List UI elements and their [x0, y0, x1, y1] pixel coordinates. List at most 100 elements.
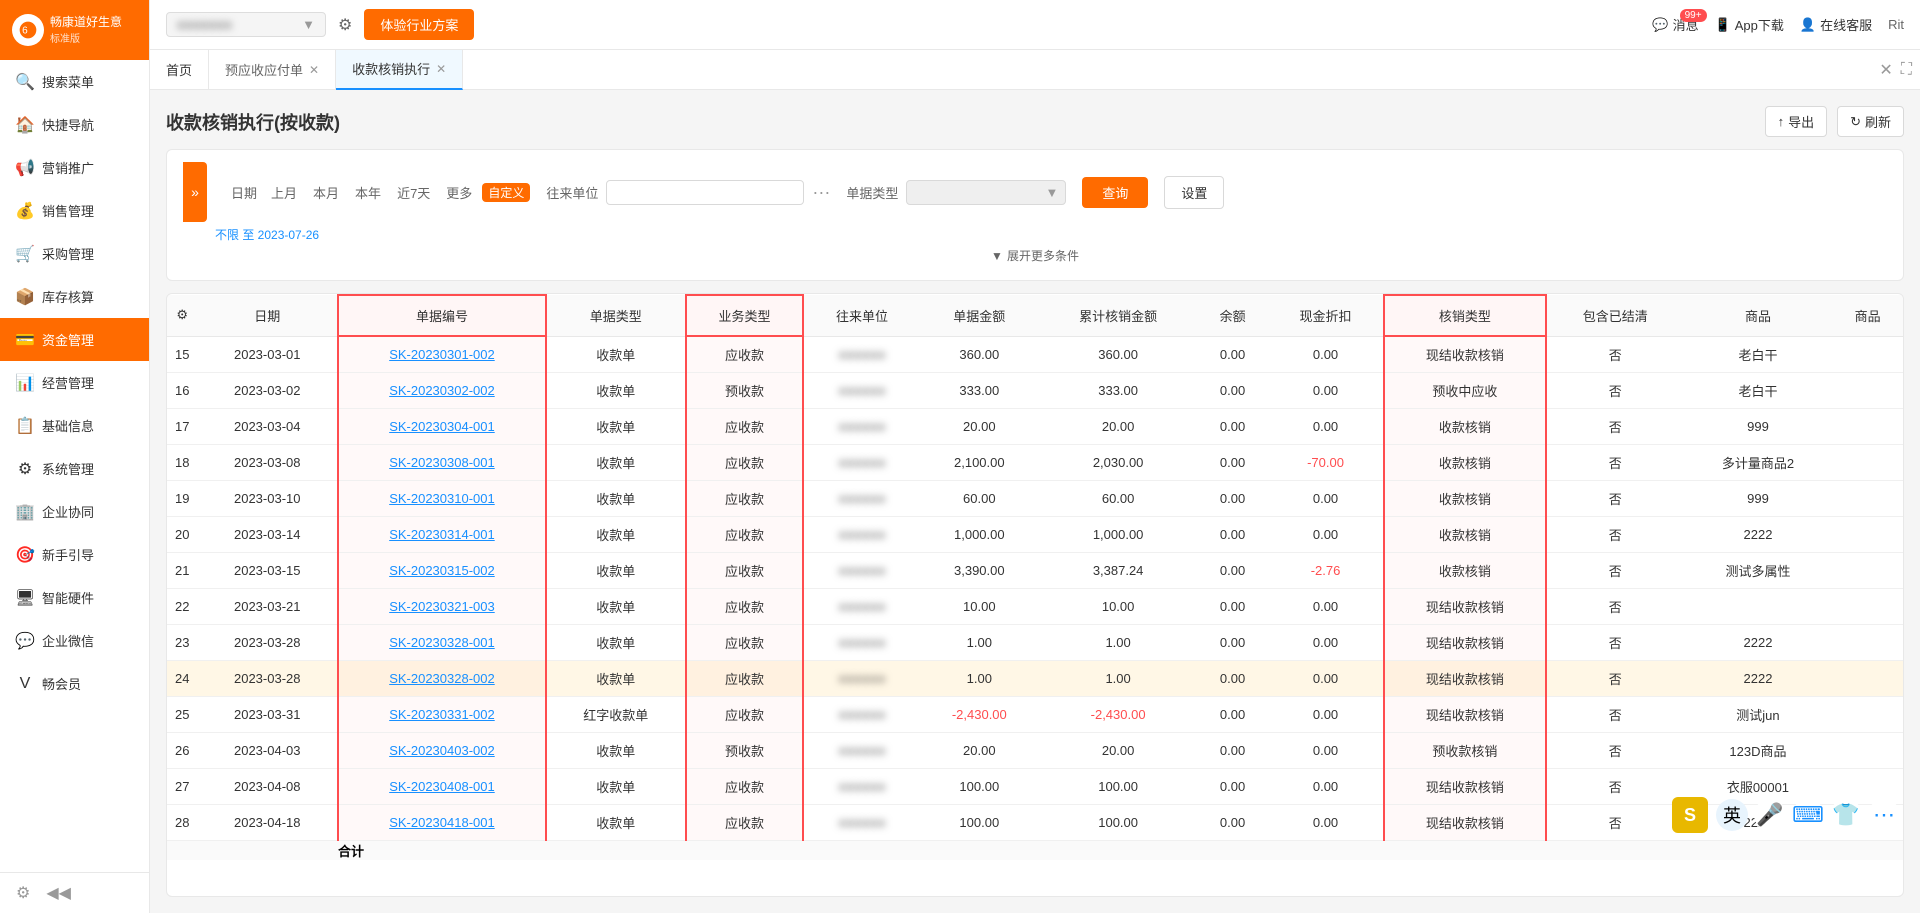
sidebar-item-search[interactable]: 🔍 搜索菜单	[0, 60, 149, 103]
cell-date: 2023-03-10	[197, 481, 338, 517]
more-dots[interactable]: ···	[812, 182, 830, 203]
col-date-header[interactable]: 日期	[197, 295, 338, 336]
bill-no-link[interactable]: SK-20230328-001	[389, 635, 495, 650]
sidebar-item-member[interactable]: V 畅会员	[0, 662, 149, 705]
col-verifytype-header[interactable]: 核销类型	[1384, 295, 1546, 336]
setting-button[interactable]: 设置	[1164, 176, 1224, 209]
chevron-down-icon: ▼	[302, 17, 315, 32]
sidebar-item-marketing[interactable]: 📢 营销推广	[0, 146, 149, 189]
cell-verifytype: 预收款核销	[1384, 733, 1546, 769]
col-billno-header[interactable]: 单据编号	[338, 295, 546, 336]
table-scroll[interactable]: ⚙ 日期 单据编号 单据类型 业务类型 往来单位 单据金额 累计核销金额 余额 …	[167, 294, 1903, 896]
cell-billno: SK-20230301-002	[338, 336, 546, 373]
col-discount-header[interactable]: 现金折扣	[1268, 295, 1384, 336]
bill-no-link[interactable]: SK-20230331-002	[389, 707, 495, 722]
company-selector[interactable]: ●●●●●●● ▼	[166, 12, 326, 37]
bill-no-link[interactable]: SK-20230310-001	[389, 491, 495, 506]
sidebar-item-label: 系统管理	[42, 459, 94, 478]
bill-no-link[interactable]: SK-20230302-002	[389, 383, 495, 398]
cell-verifytype: 现结收款核销	[1384, 589, 1546, 625]
bill-no-link[interactable]: SK-20230403-002	[389, 743, 495, 758]
sidebar-item-enterprise[interactable]: 🏢 企业协同	[0, 490, 149, 533]
cell-biztype: 应收款	[686, 553, 804, 589]
date-btn-this-year[interactable]: 本年	[349, 181, 387, 204]
col-product-header[interactable]: 商品	[1684, 295, 1833, 336]
sidebar-item-finance[interactable]: 💳 资金管理	[0, 318, 149, 361]
partner-input[interactable]	[606, 180, 804, 205]
bill-no-link[interactable]: SK-20230418-001	[389, 815, 495, 830]
col-amount-header[interactable]: 单据金额	[920, 295, 1039, 336]
cell-biztype: 应收款	[686, 517, 804, 553]
query-button[interactable]: 查询	[1082, 177, 1148, 208]
footer-total-label: 合计	[338, 841, 546, 861]
collapse-icon[interactable]: ◀◀	[46, 883, 71, 903]
col-settled-header[interactable]: 包含已结清	[1546, 295, 1684, 336]
cell-billtype: 红字收款单	[546, 697, 686, 733]
industry-btn[interactable]: 体验行业方案	[364, 9, 474, 40]
bill-no-link[interactable]: SK-20230308-001	[389, 455, 495, 470]
sidebar-item-inventory[interactable]: 📦 库存核算	[0, 275, 149, 318]
col-biztype-header[interactable]: 业务类型	[686, 295, 804, 336]
sidebar-item-wxwork[interactable]: 💬 企业微信	[0, 619, 149, 662]
date-custom-badge[interactable]: 自定义	[482, 183, 530, 202]
col-billtype-header[interactable]: 单据类型	[546, 295, 686, 336]
footer-empty	[546, 841, 1903, 861]
watermark-icon-3: ⌨	[1792, 799, 1824, 831]
message-btn[interactable]: 💬 消息 99+	[1652, 15, 1698, 34]
filter-toggle-btn[interactable]: »	[183, 162, 207, 222]
bill-type-select[interactable]	[906, 180, 1066, 205]
cell-date: 2023-03-15	[197, 553, 338, 589]
tab-prepay[interactable]: 预应收应付单 ✕	[209, 50, 336, 90]
cell-balance: 0.00	[1197, 805, 1268, 841]
sidebar-item-guide[interactable]: 🎯 新手引导	[0, 533, 149, 576]
cell-product: 老白干	[1684, 373, 1833, 409]
cell-billtype: 收款单	[546, 553, 686, 589]
sidebar-item-sales[interactable]: 💰 销售管理	[0, 189, 149, 232]
sidebar-item-operations[interactable]: 📊 经营管理	[0, 361, 149, 404]
settings-bottom-icon[interactable]: ⚙	[16, 883, 30, 903]
date-btn-last-month[interactable]: 上月	[265, 181, 303, 204]
cell-biztype: 应收款	[686, 481, 804, 517]
refresh-button[interactable]: ↻ 刷新	[1837, 106, 1904, 137]
bill-no-link[interactable]: SK-20230328-002	[389, 671, 495, 686]
cell-billno: SK-20230418-001	[338, 805, 546, 841]
tab-home[interactable]: 首页	[150, 50, 209, 90]
cell-billno: SK-20230304-001	[338, 409, 546, 445]
gear-icon[interactable]: ⚙	[338, 15, 352, 35]
bill-no-link[interactable]: SK-20230304-001	[389, 419, 495, 434]
maximize-icon[interactable]: ⛶	[1901, 61, 1912, 79]
date-btn-this-month[interactable]: 本月	[307, 181, 345, 204]
prepay-tab-close[interactable]: ✕	[309, 63, 319, 77]
close-all-icon[interactable]: ✕	[1879, 60, 1892, 80]
date-btn-more[interactable]: 更多	[440, 181, 478, 204]
sidebar-item-basic[interactable]: 📋 基础信息	[0, 404, 149, 447]
expand-more-btn[interactable]: ▼ 展开更多条件	[183, 243, 1887, 268]
cell-seq: 26	[167, 733, 197, 769]
gear-col-icon[interactable]: ⚙	[176, 307, 188, 322]
col-partner-header[interactable]: 往来单位	[803, 295, 919, 336]
bill-no-link[interactable]: SK-20230314-001	[389, 527, 495, 542]
verify-tab-close[interactable]: ✕	[436, 62, 446, 76]
bill-no-link[interactable]: SK-20230315-002	[389, 563, 495, 578]
bill-no-link[interactable]: SK-20230301-002	[389, 347, 495, 362]
col-balance-header[interactable]: 余额	[1197, 295, 1268, 336]
tab-verify[interactable]: 收款核销执行 ✕	[336, 50, 463, 90]
finance-icon: 💳	[16, 331, 34, 349]
online-service-btn[interactable]: 👤 在线客服	[1800, 15, 1872, 34]
sidebar-item-hardware[interactable]: 🖥 智能硬件	[0, 576, 149, 619]
cell-settled: 否	[1546, 481, 1684, 517]
sidebar-item-purchase[interactable]: 🛒 采购管理	[0, 232, 149, 275]
cell-discount: 0.00	[1268, 769, 1384, 805]
cell-settled: 否	[1546, 373, 1684, 409]
member-icon: V	[16, 675, 34, 693]
date-btn-7days[interactable]: 近7天	[391, 181, 436, 204]
sidebar-item-system[interactable]: ⚙ 系统管理	[0, 447, 149, 490]
export-button[interactable]: ↑ 导出	[1765, 106, 1828, 137]
col-product2-header[interactable]: 商品	[1832, 295, 1903, 336]
col-verifyamt-header[interactable]: 累计核销金额	[1039, 295, 1197, 336]
app-download-btn[interactable]: 📱 App下载	[1715, 15, 1784, 34]
bill-no-link[interactable]: SK-20230321-003	[389, 599, 495, 614]
bill-no-link[interactable]: SK-20230408-001	[389, 779, 495, 794]
sidebar-item-nav[interactable]: 🏠 快捷导航	[0, 103, 149, 146]
cell-amount: 2,100.00	[920, 445, 1039, 481]
